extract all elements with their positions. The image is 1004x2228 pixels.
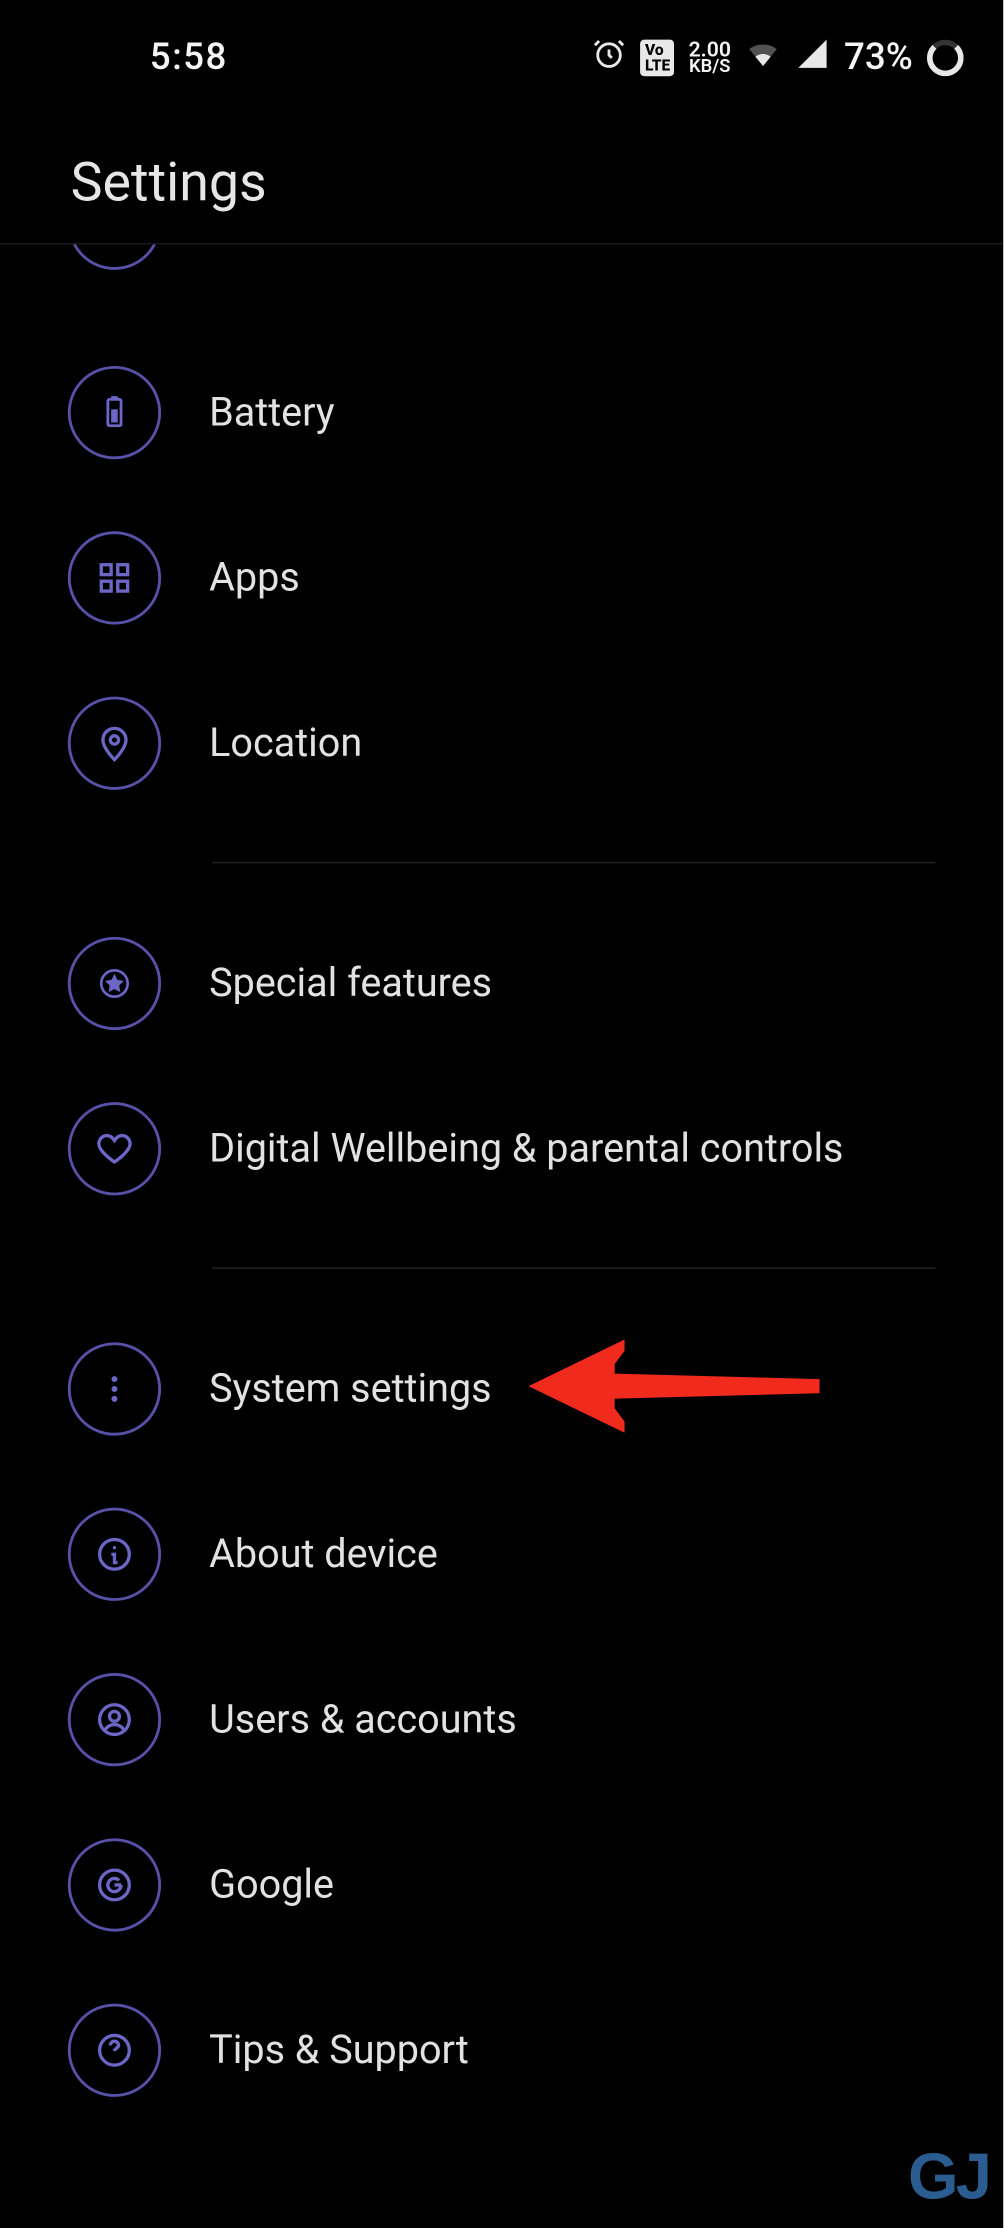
settings-item-label: Battery bbox=[209, 389, 335, 436]
user-icon bbox=[68, 1672, 161, 1765]
settings-item-label: Users & accounts bbox=[209, 1696, 517, 1743]
data-speed: 2.00 KB/S bbox=[689, 39, 731, 77]
star-icon bbox=[68, 936, 161, 1029]
settings-item-google[interactable]: Google bbox=[0, 1802, 1003, 1967]
settings-item-partial[interactable] bbox=[0, 244, 1003, 272]
settings-item-battery[interactable]: Battery bbox=[0, 329, 1003, 494]
apps-icon bbox=[68, 531, 161, 624]
settings-item-label: About device bbox=[209, 1530, 438, 1577]
settings-item-label: Tips & Support bbox=[209, 2026, 469, 2073]
loading-spinner-icon bbox=[927, 40, 964, 77]
settings-item-label: System settings bbox=[209, 1365, 491, 1412]
settings-item-label: Digital Wellbeing & parental controls bbox=[209, 1125, 843, 1172]
settings-item-about-device[interactable]: About device bbox=[0, 1471, 1003, 1636]
heart-icon bbox=[68, 1101, 161, 1194]
settings-item-label: Apps bbox=[209, 554, 300, 601]
settings-list[interactable]: Battery Apps Location Special features bbox=[0, 244, 1003, 2132]
cellular-signal-icon bbox=[796, 36, 830, 80]
settings-item-location[interactable]: Location bbox=[0, 660, 1003, 825]
battery-percent: 73% bbox=[844, 37, 913, 79]
more-vertical-icon bbox=[68, 1342, 161, 1435]
settings-item-special-features[interactable]: Special features bbox=[0, 900, 1003, 1065]
info-icon bbox=[68, 1507, 161, 1600]
settings-item-tips-support[interactable]: Tips & Support bbox=[0, 1967, 1003, 2132]
google-icon bbox=[68, 1838, 161, 1931]
watermark: GJ bbox=[908, 2138, 989, 2214]
partial-item-icon bbox=[68, 244, 161, 269]
settings-item-apps[interactable]: Apps bbox=[0, 495, 1003, 660]
volte-icon: VoLTE bbox=[641, 40, 675, 77]
location-icon bbox=[68, 696, 161, 789]
page-title: Settings bbox=[0, 93, 1003, 244]
battery-icon bbox=[68, 365, 161, 458]
help-icon bbox=[68, 2003, 161, 2096]
settings-item-system-settings[interactable]: System settings bbox=[0, 1306, 1003, 1471]
settings-item-label: Location bbox=[209, 719, 362, 766]
divider bbox=[212, 1267, 935, 1268]
divider bbox=[212, 862, 935, 863]
alarm-icon bbox=[593, 36, 627, 80]
settings-item-users-accounts[interactable]: Users & accounts bbox=[0, 1636, 1003, 1801]
status-time: 5:58 bbox=[150, 37, 228, 79]
settings-item-digital-wellbeing[interactable]: Digital Wellbeing & parental controls bbox=[0, 1065, 1003, 1230]
settings-item-label: Special features bbox=[209, 959, 492, 1006]
phone-screen: 5:58 VoLTE 2.00 KB/S 73% Settings bbox=[0, 0, 1003, 2228]
settings-item-label: Google bbox=[209, 1861, 334, 1908]
status-bar: 5:58 VoLTE 2.00 KB/S 73% bbox=[0, 0, 1003, 93]
status-icons: VoLTE 2.00 KB/S 73% bbox=[593, 35, 964, 82]
wifi-icon bbox=[745, 35, 782, 82]
